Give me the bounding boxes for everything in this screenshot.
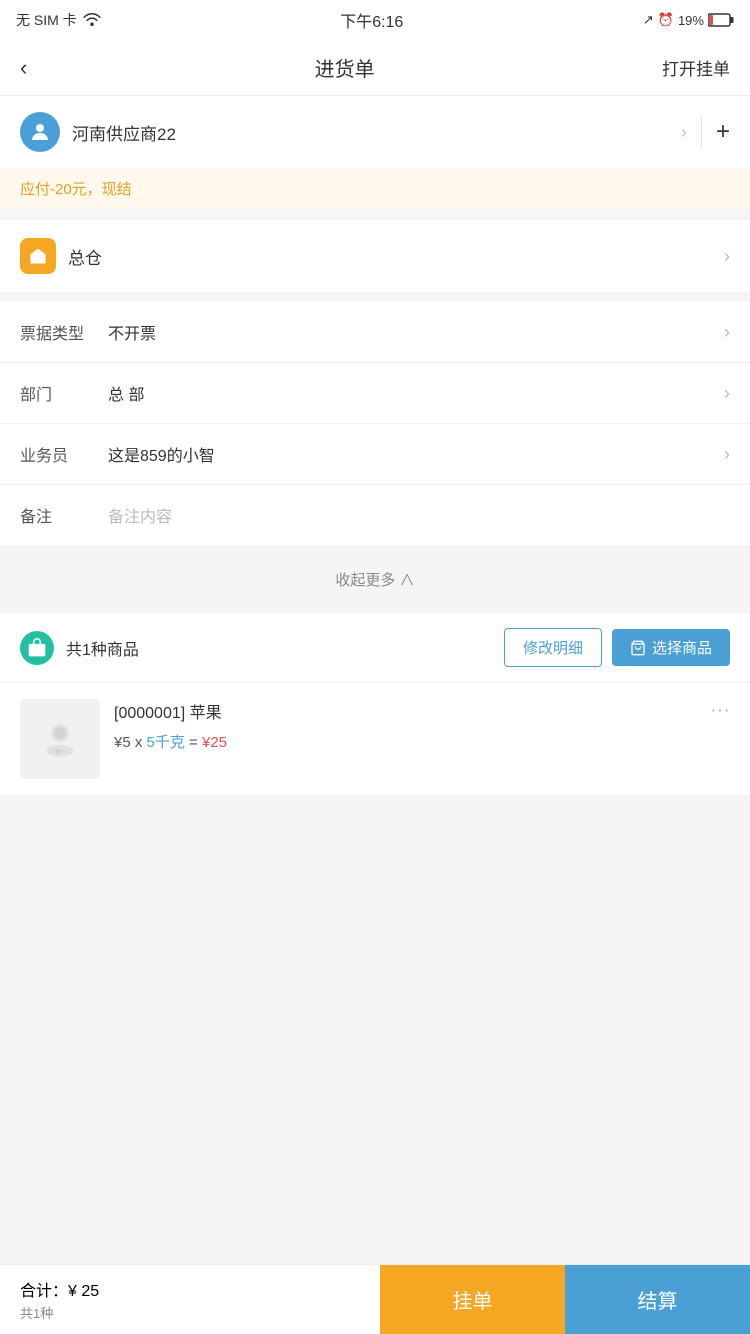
product-more-button[interactable]: ··· [710, 699, 730, 722]
salesperson-chevron-icon: › [724, 444, 730, 465]
supplier-row[interactable]: 河南供应商22 › + [0, 96, 750, 168]
nav-bar: ‹ 进货单 打开挂单 [0, 40, 750, 96]
department-label: 部门 [20, 381, 100, 405]
status-left: 无 SIM 卡 [16, 10, 101, 30]
form-row-remark[interactable]: 备注 备注内容 [0, 485, 750, 545]
supplier-avatar [20, 112, 60, 152]
carrier-text: 无 SIM 卡 [16, 10, 77, 30]
select-product-label: 选择商品 [652, 637, 712, 658]
add-supplier-button[interactable]: + [716, 118, 730, 146]
supplier-section: 河南供应商22 › + 应付-20元，现结 [0, 96, 750, 209]
open-hang-button[interactable]: 打开挂单 [662, 55, 730, 80]
total-label: 合计： [20, 1283, 68, 1300]
settle-button[interactable]: 结算 [565, 1265, 750, 1334]
price-text: ¥5 x [114, 734, 147, 751]
form-row-department[interactable]: 部门 总 部 › [0, 363, 750, 424]
eq-text: = [185, 734, 202, 751]
supplier-name: 河南供应商22 [72, 120, 681, 145]
collapse-button[interactable]: 收起更多 ∧ [0, 555, 750, 604]
status-time: 下午6:16 [340, 8, 403, 32]
form-row-salesperson[interactable]: 业务员 这是859的小智 › [0, 424, 750, 485]
select-product-button[interactable]: 选择商品 [612, 629, 730, 666]
product-name: [0000001] 苹果 [114, 699, 702, 723]
form-row-ticket[interactable]: 票据类型 不开票 › [0, 302, 750, 363]
ticket-type-chevron-icon: › [724, 322, 730, 343]
total-text: ¥25 [202, 734, 227, 751]
warehouse-icon-wrap [20, 238, 56, 274]
warehouse-section: 总仓 › [0, 219, 750, 292]
total-amount: ¥ 25 [68, 1283, 99, 1300]
ticket-type-value: 不开票 [100, 320, 724, 344]
bottom-spacer [0, 805, 750, 875]
warehouse-row[interactable]: 总仓 › [0, 219, 750, 292]
wifi-icon [83, 12, 101, 29]
qty-text: 5千克 [147, 734, 185, 751]
page-title: 进货单 [315, 53, 375, 82]
salesperson-label: 业务员 [20, 442, 100, 466]
total-count: 共1种 [20, 1303, 360, 1322]
remark-value: 备注内容 [100, 503, 730, 527]
product-header-icon [20, 631, 54, 665]
supplier-info-banner: 应付-20元，现结 [0, 168, 750, 209]
cart-icon [630, 640, 646, 656]
remark-label: 备注 [20, 503, 100, 527]
department-chevron-icon: › [724, 383, 730, 404]
content-area: 河南供应商22 › + 应付-20元，现结 总仓 › 票据类型 不开票 › [0, 96, 750, 875]
warehouse-label: 总仓 [68, 244, 724, 269]
product-card: 智+ [0000001] 苹果 ¥5 x 5千克 = ¥25 ··· [0, 683, 750, 795]
back-button[interactable]: ‹ [20, 55, 27, 81]
status-right: ↗ ⏰ 19% [643, 12, 734, 28]
form-section: 票据类型 不开票 › 部门 总 部 › 业务员 这是859的小智 › 备注 备注… [0, 302, 750, 545]
battery-text: 19% [678, 13, 704, 28]
alarm-icon: ⏰ [658, 12, 674, 28]
supplier-chevron-icon: › [681, 122, 687, 143]
edit-detail-button[interactable]: 修改明细 [504, 628, 602, 667]
vertical-divider [701, 117, 702, 147]
location-icon: ↗ [643, 12, 654, 28]
ticket-type-label: 票据类型 [20, 320, 100, 344]
status-bar: 无 SIM 卡 下午6:16 ↗ ⏰ 19% [0, 0, 750, 40]
total-section: 合计：¥ 25 共1种 [0, 1277, 380, 1322]
hang-button[interactable]: 挂单 [380, 1265, 565, 1334]
department-value: 总 部 [100, 381, 724, 405]
product-price: ¥5 x 5千克 = ¥25 [114, 731, 702, 752]
bottom-bar: 合计：¥ 25 共1种 挂单 结算 [0, 1264, 750, 1334]
product-header: 共1种商品 修改明细 选择商品 [0, 614, 750, 681]
salesperson-value: 这是859的小智 [100, 442, 724, 466]
total-row: 合计：¥ 25 [20, 1277, 360, 1301]
battery-icon [708, 13, 734, 27]
product-info: [0000001] 苹果 ¥5 x 5千克 = ¥25 [114, 699, 702, 752]
product-thumbnail: 智+ [20, 699, 100, 779]
warehouse-chevron-icon: › [724, 246, 730, 267]
product-count-label: 共1种商品 [66, 636, 504, 660]
